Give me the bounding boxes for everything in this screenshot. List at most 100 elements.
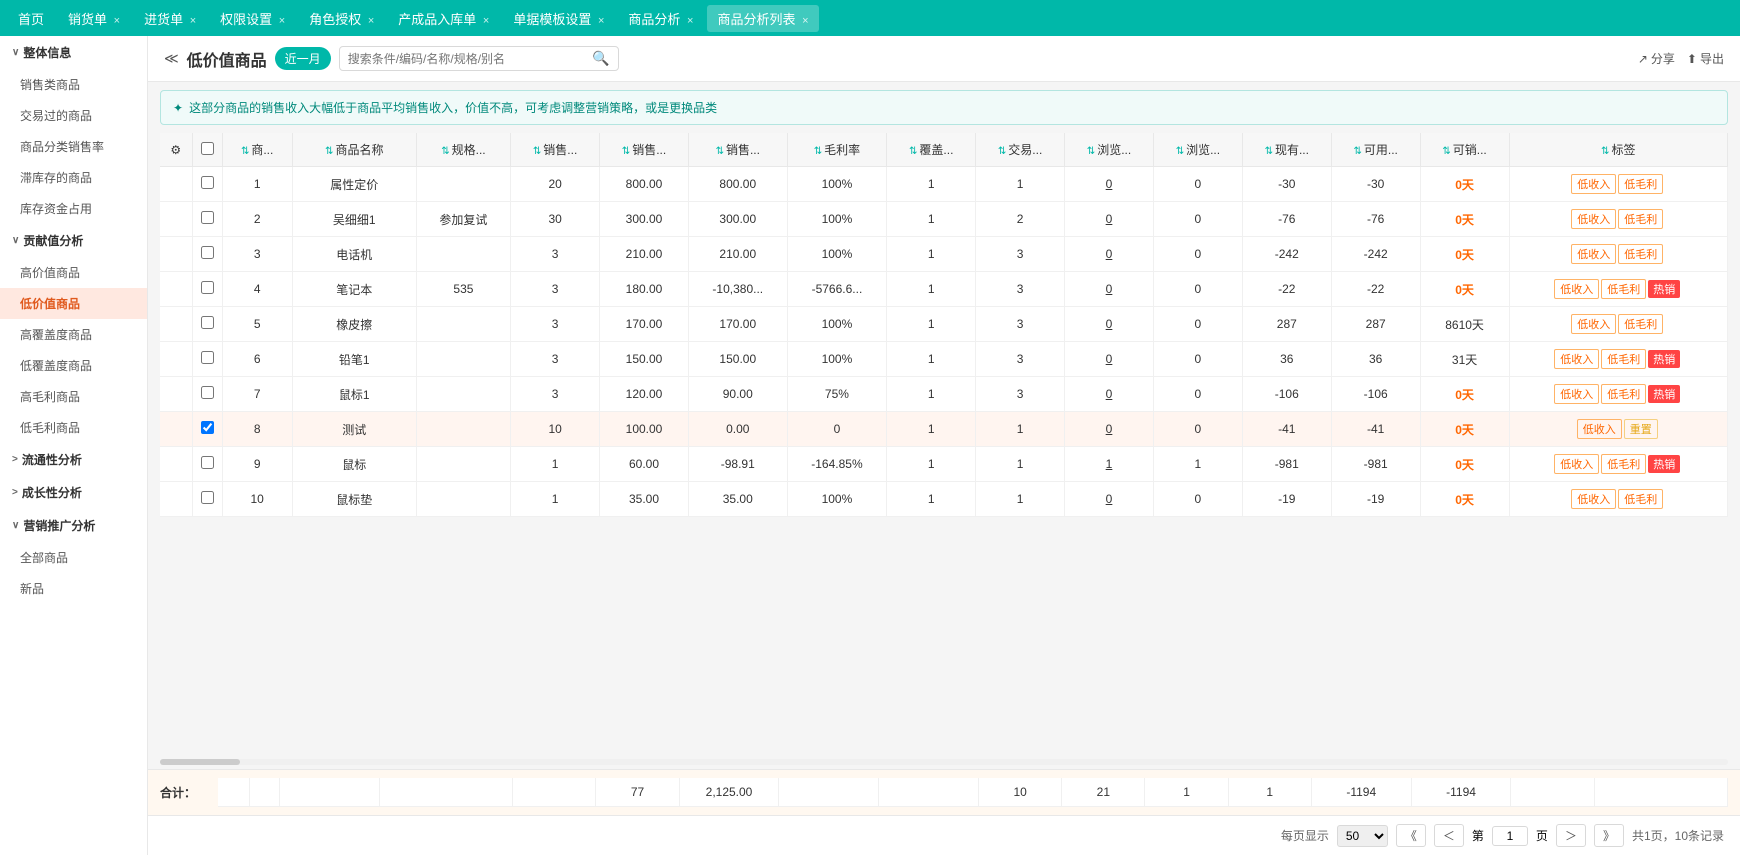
checkbox-cell[interactable] [192,167,222,202]
checkbox-column-header[interactable] [192,133,222,167]
close-icon[interactable]: × [279,15,285,27]
gross-rate-column-header[interactable]: ⇅毛利率 [787,133,887,167]
browse1-link[interactable]: 0 [1106,247,1113,261]
browse2-column-header[interactable]: ⇅浏览... [1153,133,1242,167]
tags-column-header[interactable]: ⇅标签 [1509,133,1727,167]
name-column-header[interactable]: ⇅商品名称 [292,133,416,167]
browse1-cell[interactable]: 0 [1065,342,1154,377]
sidebar-item-high-coverage[interactable]: 高覆盖度商品 [0,319,147,350]
nav-product-analysis[interactable]: 商品分析 × [618,5,703,32]
browse1-link[interactable]: 0 [1106,282,1113,296]
row-checkbox[interactable] [201,246,214,259]
select-all-checkbox[interactable] [201,142,214,155]
close-icon[interactable]: × [114,15,120,27]
browse1-link[interactable]: 0 [1106,422,1113,436]
nav-template-settings[interactable]: 单据模板设置 × [503,5,614,32]
nav-product-inbound[interactable]: 产成品入库单 × [388,5,499,32]
sale-qty-column-header[interactable]: ⇅销售... [511,133,600,167]
search-icon[interactable]: 🔍 [592,50,609,67]
first-page-button[interactable]: 《 [1396,824,1426,847]
nav-roles[interactable]: 角色授权 × [299,5,384,32]
sidebar-item-all-products[interactable]: 全部商品 [0,542,147,573]
row-checkbox[interactable] [201,386,214,399]
settings-column-header[interactable]: ⚙ [160,133,192,167]
row-checkbox[interactable] [201,456,214,469]
close-icon[interactable]: × [190,15,196,27]
checkbox-cell[interactable] [192,377,222,412]
checkbox-cell[interactable] [192,202,222,237]
browse1-link[interactable]: 0 [1106,317,1113,331]
checkbox-cell[interactable] [192,412,222,447]
sidebar-item-traded-products[interactable]: 交易过的商品 [0,100,147,131]
browse1-link[interactable]: 0 [1106,212,1113,226]
checkbox-cell[interactable] [192,447,222,482]
browse1-cell[interactable]: 0 [1065,167,1154,202]
checkbox-cell[interactable] [192,272,222,307]
sidebar-item-low-value[interactable]: 低价值商品 [0,288,147,319]
sidebar-item-sales-products[interactable]: 销售类商品 [0,69,147,100]
browse1-cell[interactable]: 1 [1065,447,1154,482]
sidebar-group-contribution[interactable]: ∨ 贡献值分析 [0,224,147,257]
page-number-input[interactable] [1492,826,1528,846]
close-icon[interactable]: × [368,15,374,27]
sidebar-item-high-value[interactable]: 高价值商品 [0,257,147,288]
browse1-cell[interactable]: 0 [1065,272,1154,307]
row-checkbox[interactable] [201,211,214,224]
checkbox-cell[interactable] [192,307,222,342]
sidebar-group-overall[interactable]: ∨ 整体信息 [0,36,147,69]
row-checkbox[interactable] [201,421,214,434]
checkbox-cell[interactable] [192,342,222,377]
browse1-link[interactable]: 0 [1106,352,1113,366]
sidebar-group-growth[interactable]: > 成长性分析 [0,476,147,509]
browse1-cell[interactable]: 0 [1065,307,1154,342]
sidebar-group-marketing[interactable]: ∨ 营销推广分析 [0,509,147,542]
row-checkbox[interactable] [201,176,214,189]
close-icon[interactable]: × [687,15,693,27]
close-icon[interactable]: × [483,15,489,27]
close-icon[interactable]: × [802,15,808,27]
available-column-header[interactable]: ⇅可用... [1331,133,1420,167]
filter-recent-month-button[interactable]: 近一月 [275,47,331,70]
page-size-select[interactable]: 50 100 200 [1337,825,1388,847]
browse1-cell[interactable]: 0 [1065,237,1154,272]
sidebar-item-category-sales-rate[interactable]: 商品分类销售率 [0,131,147,162]
nav-permissions[interactable]: 权限设置 × [210,5,295,32]
browse1-link[interactable]: 1 [1106,457,1113,471]
close-icon[interactable]: × [598,15,604,27]
browse1-link[interactable]: 0 [1106,177,1113,191]
scrollbar-thumb[interactable] [160,759,240,765]
sidebar-item-new-products[interactable]: 新品 [0,573,147,604]
sale-amt-column-header[interactable]: ⇅销售... [600,133,689,167]
browse1-link[interactable]: 0 [1106,492,1113,506]
settings-icon[interactable]: ⚙ [170,143,181,157]
last-page-button[interactable]: 》 [1594,824,1624,847]
browse1-cell[interactable]: 0 [1065,377,1154,412]
checkbox-cell[interactable] [192,237,222,272]
trade-column-header[interactable]: ⇅交易... [976,133,1065,167]
browse1-cell[interactable]: 0 [1065,482,1154,517]
row-checkbox[interactable] [201,351,214,364]
prev-page-button[interactable]: ＜ [1434,824,1464,847]
browse1-cell[interactable]: 0 [1065,202,1154,237]
sidebar-item-low-coverage[interactable]: 低覆盖度商品 [0,350,147,381]
next-page-button[interactable]: ＞ [1556,824,1586,847]
export-button[interactable]: ⬆ 导出 [1687,50,1724,67]
row-checkbox[interactable] [201,281,214,294]
row-checkbox[interactable] [201,316,214,329]
nav-product-analysis-list[interactable]: 商品分析列表 × [707,5,818,32]
sidebar-item-low-margin[interactable]: 低毛利商品 [0,412,147,443]
current-column-header[interactable]: ⇅现有... [1242,133,1331,167]
horizontal-scrollbar[interactable] [160,759,1728,765]
browse1-column-header[interactable]: ⇅浏览... [1065,133,1154,167]
sidebar-item-inventory-capital[interactable]: 库存资金占用 [0,193,147,224]
sidebar-group-circulation[interactable]: > 流通性分析 [0,443,147,476]
spec-column-header[interactable]: ⇅规格... [416,133,510,167]
sidebar-item-stagnant-products[interactable]: 滞库存的商品 [0,162,147,193]
code-column-header[interactable]: ⇅商... [222,133,292,167]
checkbox-cell[interactable] [192,482,222,517]
nav-sales[interactable]: 销货单 × [58,5,130,32]
search-input[interactable] [348,52,593,66]
sidebar-item-high-margin[interactable]: 高毛利商品 [0,381,147,412]
cover-column-header[interactable]: ⇅覆盖... [887,133,976,167]
sellable-column-header[interactable]: ⇅可销... [1420,133,1509,167]
